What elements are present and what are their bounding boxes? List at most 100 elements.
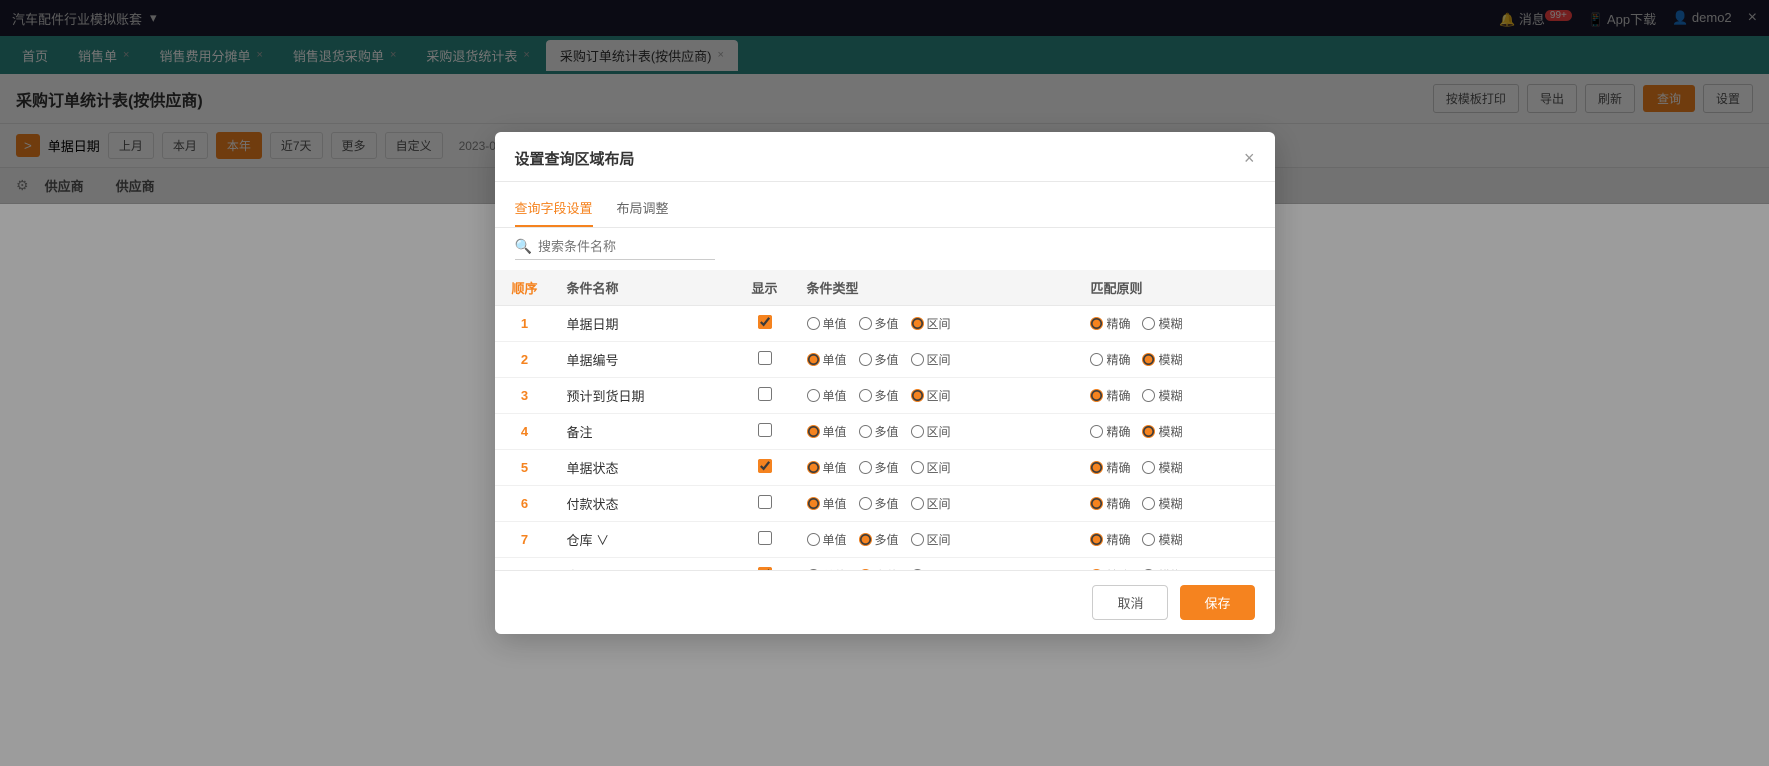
type-多值-4[interactable]: 多值 bbox=[859, 459, 899, 476]
match-模糊-3[interactable]: 模糊 bbox=[1142, 423, 1182, 440]
row-order-6: 7 bbox=[495, 522, 555, 558]
row-order-7: 8 bbox=[495, 558, 555, 571]
table-row: 6付款状态单值多值区间精确模糊 bbox=[495, 486, 1275, 522]
match-精确-6[interactable]: 精确 bbox=[1090, 531, 1130, 548]
conditions-table: 顺序 条件名称 显示 条件类型 匹配原则 1单据日期单值多值区间精确模糊2单据编… bbox=[495, 270, 1275, 570]
type-多值-6[interactable]: 多值 bbox=[859, 531, 899, 548]
table-row: 8商品 ∨单值多值区间精确模糊 bbox=[495, 558, 1275, 571]
search-box-area: 🔍 bbox=[495, 228, 1275, 270]
tab-layout[interactable]: 布局调整 bbox=[617, 192, 669, 227]
type-单值-2[interactable]: 单值 bbox=[807, 387, 847, 404]
row-type-0: 单值多值区间 bbox=[795, 306, 1079, 342]
settings-modal: 设置查询区域布局 × 查询字段设置 布局调整 🔍 顺序 条件名称 bbox=[495, 132, 1275, 634]
display-checkbox-5[interactable] bbox=[758, 495, 772, 509]
row-name-4: 单据状态 bbox=[555, 450, 735, 486]
modal-title: 设置查询区域布局 bbox=[515, 148, 635, 169]
display-checkbox-1[interactable] bbox=[758, 351, 772, 365]
row-order-2: 3 bbox=[495, 378, 555, 414]
th-type: 条件类型 bbox=[795, 270, 1079, 306]
type-多值-3[interactable]: 多值 bbox=[859, 423, 899, 440]
display-checkbox-4[interactable] bbox=[758, 459, 772, 473]
type-区间-0[interactable]: 区间 bbox=[911, 315, 951, 332]
table-row: 1单据日期单值多值区间精确模糊 bbox=[495, 306, 1275, 342]
type-区间-1[interactable]: 区间 bbox=[911, 351, 951, 368]
type-单值-0[interactable]: 单值 bbox=[807, 315, 847, 332]
type-区间-4[interactable]: 区间 bbox=[911, 459, 951, 476]
type-多值-5[interactable]: 多值 bbox=[859, 495, 899, 512]
type-区间-5[interactable]: 区间 bbox=[911, 495, 951, 512]
type-区间-2[interactable]: 区间 bbox=[911, 387, 951, 404]
row-type-2: 单值多值区间 bbox=[795, 378, 1079, 414]
match-精确-0[interactable]: 精确 bbox=[1090, 315, 1130, 332]
match-精确-2[interactable]: 精确 bbox=[1090, 387, 1130, 404]
row-name-3: 备注 bbox=[555, 414, 735, 450]
row-match-5: 精确模糊 bbox=[1078, 486, 1274, 522]
row-type-1: 单值多值区间 bbox=[795, 342, 1079, 378]
row-type-4: 单值多值区间 bbox=[795, 450, 1079, 486]
th-order: 顺序 bbox=[495, 270, 555, 306]
cancel-button[interactable]: 取消 bbox=[1092, 585, 1168, 620]
table-row: 2单据编号单值多值区间精确模糊 bbox=[495, 342, 1275, 378]
table-row: 3预计到货日期单值多值区间精确模糊 bbox=[495, 378, 1275, 414]
type-单值-5[interactable]: 单值 bbox=[807, 495, 847, 512]
row-name-1: 单据编号 bbox=[555, 342, 735, 378]
row-type-7: 单值多值区间 bbox=[795, 558, 1079, 571]
match-模糊-1[interactable]: 模糊 bbox=[1142, 351, 1182, 368]
row-display-4 bbox=[735, 450, 795, 486]
type-单值-1[interactable]: 单值 bbox=[807, 351, 847, 368]
row-match-7: 精确模糊 bbox=[1078, 558, 1274, 571]
search-input[interactable] bbox=[538, 239, 698, 254]
type-多值-0[interactable]: 多值 bbox=[859, 315, 899, 332]
modal-header: 设置查询区域布局 × bbox=[495, 132, 1275, 182]
table-row: 7仓库 ∨ 单值多值区间 精确模糊 bbox=[495, 522, 1275, 558]
match-模糊-0[interactable]: 模糊 bbox=[1142, 315, 1182, 332]
match-精确-4[interactable]: 精确 bbox=[1090, 459, 1130, 476]
modal-backdrop: 设置查询区域布局 × 查询字段设置 布局调整 🔍 顺序 条件名称 bbox=[0, 0, 1769, 766]
match-模糊-5[interactable]: 模糊 bbox=[1142, 495, 1182, 512]
type-多值-1[interactable]: 多值 bbox=[859, 351, 899, 368]
row-match-0: 精确模糊 bbox=[1078, 306, 1274, 342]
modal-footer: 取消 保存 bbox=[495, 570, 1275, 634]
row-match-6: 精确模糊 bbox=[1078, 522, 1274, 558]
row-match-3: 精确模糊 bbox=[1078, 414, 1274, 450]
row-name-6: 仓库 ∨ bbox=[555, 522, 735, 558]
display-checkbox-6[interactable] bbox=[758, 531, 772, 545]
type-单值-4[interactable]: 单值 bbox=[807, 459, 847, 476]
tab-query-fields[interactable]: 查询字段设置 bbox=[515, 192, 593, 227]
row-name-0: 单据日期 bbox=[555, 306, 735, 342]
row-order-4: 5 bbox=[495, 450, 555, 486]
match-模糊-2[interactable]: 模糊 bbox=[1142, 387, 1182, 404]
table-row: 5单据状态单值多值区间精确模糊 bbox=[495, 450, 1275, 486]
search-input-wrap: 🔍 bbox=[515, 238, 715, 260]
save-button[interactable]: 保存 bbox=[1180, 585, 1254, 620]
type-区间-3[interactable]: 区间 bbox=[911, 423, 951, 440]
display-checkbox-0[interactable] bbox=[758, 315, 772, 329]
match-精确-3[interactable]: 精确 bbox=[1090, 423, 1130, 440]
match-精确-5[interactable]: 精确 bbox=[1090, 495, 1130, 512]
row-display-1 bbox=[735, 342, 795, 378]
row-display-2 bbox=[735, 378, 795, 414]
row-match-1: 精确模糊 bbox=[1078, 342, 1274, 378]
display-checkbox-3[interactable] bbox=[758, 423, 772, 437]
search-icon: 🔍 bbox=[515, 238, 532, 255]
row-name-2: 预计到货日期 bbox=[555, 378, 735, 414]
row-display-5 bbox=[735, 486, 795, 522]
type-单值-3[interactable]: 单值 bbox=[807, 423, 847, 440]
match-模糊-6[interactable]: 模糊 bbox=[1142, 531, 1182, 548]
type-区间-6[interactable]: 区间 bbox=[911, 531, 951, 548]
modal-table: 顺序 条件名称 显示 条件类型 匹配原则 1单据日期单值多值区间精确模糊2单据编… bbox=[495, 270, 1275, 570]
row-order-3: 4 bbox=[495, 414, 555, 450]
row-name-5: 付款状态 bbox=[555, 486, 735, 522]
match-模糊-4[interactable]: 模糊 bbox=[1142, 459, 1182, 476]
table-scroll-area[interactable]: 顺序 条件名称 显示 条件类型 匹配原则 1单据日期单值多值区间精确模糊2单据编… bbox=[495, 270, 1275, 570]
row-display-6 bbox=[735, 522, 795, 558]
display-checkbox-2[interactable] bbox=[758, 387, 772, 401]
row-match-4: 精确模糊 bbox=[1078, 450, 1274, 486]
modal-close-button[interactable]: × bbox=[1244, 148, 1255, 169]
modal-tabs: 查询字段设置 布局调整 bbox=[495, 182, 1275, 228]
row-display-0 bbox=[735, 306, 795, 342]
match-精确-1[interactable]: 精确 bbox=[1090, 351, 1130, 368]
th-match: 匹配原则 bbox=[1078, 270, 1274, 306]
type-多值-2[interactable]: 多值 bbox=[859, 387, 899, 404]
type-单值-6[interactable]: 单值 bbox=[807, 531, 847, 548]
